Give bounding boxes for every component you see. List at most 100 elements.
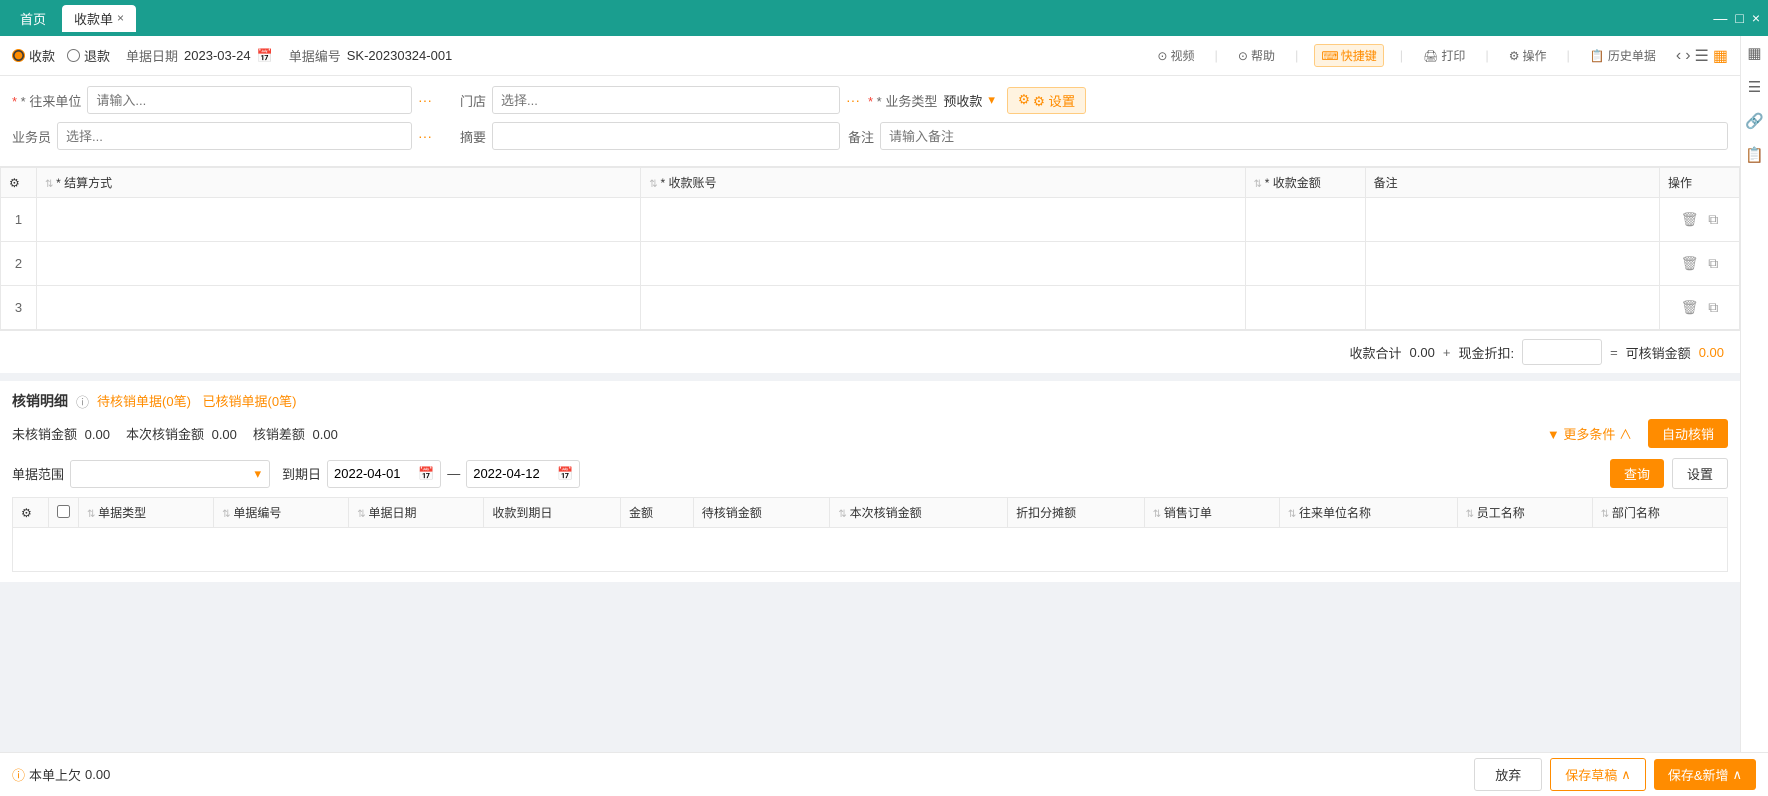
sidebar-link-icon[interactable]: 🔗	[1745, 112, 1764, 130]
settings-button[interactable]: ⚙ ⚙ 设置	[1007, 87, 1086, 114]
discount-input[interactable]	[1522, 339, 1602, 365]
store-input[interactable]	[492, 86, 840, 114]
account-cell-3[interactable]	[641, 286, 1245, 330]
account-cell-1[interactable]	[641, 198, 1245, 242]
grid-view-icon[interactable]: ▦	[1713, 46, 1728, 66]
history-icon: 📋	[1590, 49, 1605, 63]
refund-radio[interactable]: 退款	[67, 46, 110, 65]
remarks-label: 备注	[848, 127, 874, 146]
range-select[interactable]: ▾	[70, 460, 270, 488]
copy-row-2-icon[interactable]: ⧉	[1708, 255, 1718, 271]
filter-right: 查询 设置	[1610, 458, 1728, 489]
counterparty-label: * 往来单位	[12, 91, 81, 110]
settlement-col-header: ⇅ * 结算方式	[37, 168, 641, 198]
bottom-gear-col[interactable]: ⚙	[13, 498, 49, 528]
list-view-icon[interactable]: ☰	[1695, 46, 1709, 66]
copy-row-1-icon[interactable]: ⧉	[1708, 211, 1718, 227]
remark-cell-2[interactable]	[1365, 242, 1659, 286]
copy-row-3-icon[interactable]: ⧉	[1708, 299, 1718, 315]
sidebar-table-icon[interactable]: ▦	[1747, 44, 1761, 62]
gear-col-header[interactable]: ⚙	[1, 168, 37, 198]
store-field: 门店 ···	[440, 86, 860, 114]
filter-settings-btn[interactable]: 设置	[1672, 458, 1728, 489]
reconcile-header: 核销明细 ⓘ 待核销单据(0笔) 已核销单据(0笔)	[12, 391, 1728, 411]
remarks-input[interactable]	[880, 122, 1728, 150]
operation-btn[interactable]: ⚙ 操作	[1505, 47, 1551, 64]
shortcut-btn[interactable]: ⌨ 快捷键	[1314, 44, 1383, 67]
doc-num-col: ⇅ 单据编号	[214, 498, 349, 528]
table-row: 3 🗑 ⧉	[1, 286, 1740, 330]
save-new-arrow-icon: ∧	[1732, 767, 1742, 783]
settlement-cell-1[interactable]	[37, 198, 641, 242]
sort-icon: ⇅	[45, 179, 56, 190]
receive-radio[interactable]: 收款	[12, 46, 55, 65]
close-tab-icon[interactable]: ×	[117, 11, 124, 25]
staff-field: 业务员 ···	[12, 122, 432, 150]
amount-cell-2[interactable]	[1245, 242, 1365, 286]
date-calendar-icon[interactable]: 📅	[257, 48, 273, 64]
home-tab[interactable]: 首页	[8, 5, 58, 32]
delete-row-2-icon[interactable]: 🗑	[1681, 255, 1699, 271]
prev-icon[interactable]: ‹	[1676, 47, 1681, 65]
biz-type-dropdown-icon[interactable]: ▾	[988, 92, 995, 108]
abandon-btn[interactable]: 放弃	[1474, 758, 1542, 791]
pending-tab[interactable]: 待核销单据(0笔)	[97, 391, 191, 411]
cal-to-icon[interactable]: 📅	[557, 466, 573, 482]
print-icon: 🖨	[1423, 49, 1438, 63]
history-btn[interactable]: 📋 历史单据	[1586, 47, 1660, 64]
reconcile-section: 核销明细 ⓘ 待核销单据(0笔) 已核销单据(0笔) 未核销金额 0.00 本次…	[0, 381, 1740, 582]
account-cell-2[interactable]	[641, 242, 1245, 286]
cal-from-icon[interactable]: 📅	[418, 466, 434, 482]
remark-cell-1[interactable]	[1365, 198, 1659, 242]
summary-input[interactable]	[492, 122, 840, 150]
print-btn[interactable]: 🖨 打印	[1419, 47, 1469, 64]
receipt-tab[interactable]: 收款单 ×	[62, 5, 136, 32]
footer-info-icon: ⓘ	[12, 765, 25, 784]
more-filter-btn[interactable]: ▼ 更多条件 ∧	[1547, 424, 1632, 443]
counterparty-name-col: ⇅ 往来单位名称	[1279, 498, 1457, 528]
counterparty-more-icon[interactable]: ···	[418, 92, 432, 108]
toolbar: 收款 退款 单据日期 2023-03-24 📅 单据编号 SK-20230324…	[0, 36, 1740, 76]
help-btn[interactable]: ⊙ 帮助	[1234, 47, 1279, 64]
settlement-cell-3[interactable]	[37, 286, 641, 330]
delete-row-1-icon[interactable]: 🗑	[1681, 211, 1699, 227]
due-date-to-input[interactable]	[473, 466, 553, 481]
staff-input[interactable]	[57, 122, 412, 150]
window-min-btn[interactable]: —	[1713, 10, 1727, 26]
settlement-cell-2[interactable]	[37, 242, 641, 286]
store-more-icon[interactable]: ···	[846, 92, 860, 108]
bottom-table: ⚙ ⇅ 单据类型 ⇅ 单据编号 ⇅ 单据日期 收款到期日 金额 待核销金额 ⇅ …	[12, 497, 1728, 572]
checkbox-col[interactable]	[49, 498, 79, 528]
row-num-2: 2	[1, 242, 37, 286]
remark-cell-3[interactable]	[1365, 286, 1659, 330]
counterparty-input[interactable]	[87, 86, 412, 114]
due-date-from-input[interactable]	[334, 466, 414, 481]
filter-row: 单据范围 ▾ 到期日 📅 — 📅	[12, 458, 1728, 489]
window-close-btn[interactable]: ×	[1752, 10, 1760, 26]
amount-cell-1[interactable]	[1245, 198, 1365, 242]
biz-type-field: * 业务类型 预收款 ▾ ⚙ ⚙ 设置	[868, 87, 1728, 114]
query-btn[interactable]: 查询	[1610, 459, 1664, 488]
prev-next-label: 本单上欠	[29, 765, 81, 784]
amount-cell-3[interactable]	[1245, 286, 1365, 330]
date-label: 单据日期	[126, 46, 178, 65]
table-footer: 收款合计 0.00 + 现金折扣: = 可核销金额 0.00	[0, 330, 1740, 373]
next-icon[interactable]: ›	[1685, 47, 1690, 65]
done-tab[interactable]: 已核销单据(0笔)	[203, 391, 297, 411]
nav-icons: ‹ › ☰ ▦	[1676, 46, 1728, 66]
select-all-checkbox[interactable]	[57, 505, 70, 518]
settings-gear-icon: ⚙	[1018, 92, 1030, 108]
save-draft-btn[interactable]: 保存草稿 ∧	[1550, 758, 1646, 791]
sidebar-list-icon[interactable]: ☰	[1748, 78, 1761, 96]
summary-field: 摘要	[440, 122, 840, 150]
staff-more-icon[interactable]: ···	[418, 128, 432, 144]
sidebar-clipboard-icon[interactable]: 📋	[1745, 146, 1764, 164]
delete-row-3-icon[interactable]: 🗑	[1681, 299, 1699, 315]
auto-reconcile-btn[interactable]: 自动核销	[1648, 419, 1728, 448]
save-new-btn[interactable]: 保存&新增 ∧	[1654, 759, 1756, 790]
video-btn[interactable]: ⊙ 视频	[1153, 47, 1198, 64]
section-divider	[0, 373, 1740, 381]
dept-name-col: ⇅ 部门名称	[1592, 498, 1727, 528]
window-max-btn[interactable]: □	[1735, 10, 1743, 26]
reconcile-title: 核销明细	[12, 391, 68, 411]
